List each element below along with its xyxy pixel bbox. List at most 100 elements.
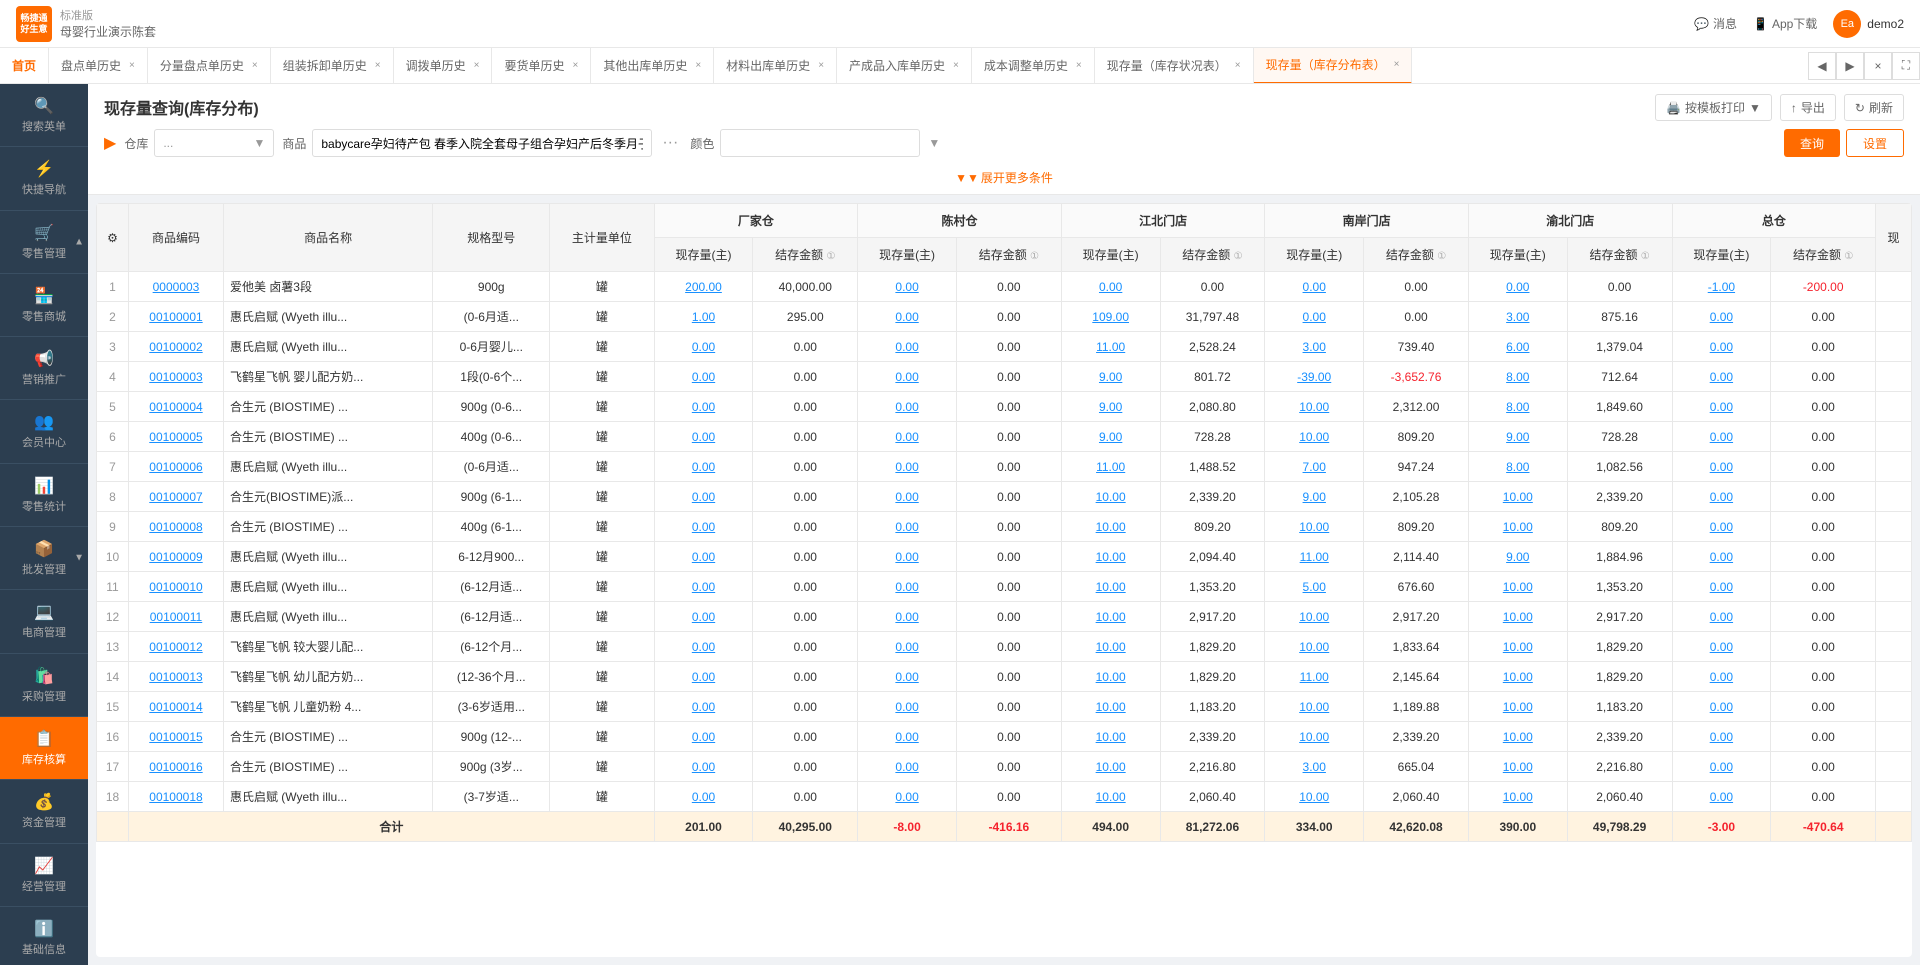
product-code[interactable]: 00100011 (129, 602, 224, 632)
tab-stock-status[interactable]: 现存量（库存状况表） × (1095, 48, 1254, 84)
factory-qty[interactable]: 0.00 (654, 452, 753, 482)
chencun-qty[interactable]: 0.00 (858, 602, 957, 632)
sidebar-item-ops[interactable]: 📈 经营管理 (0, 844, 88, 907)
jiangbei-qty[interactable]: 109.00 (1061, 302, 1160, 332)
sidebar-item-member[interactable]: 👥 会员中心 (0, 400, 88, 463)
yubei-qty[interactable]: 10.00 (1468, 662, 1567, 692)
tab-close-icon[interactable]: × (375, 60, 381, 71)
factory-qty[interactable]: 0.00 (654, 422, 753, 452)
tab-request[interactable]: 要货单历史 × (492, 48, 591, 84)
tab-close-icon[interactable]: × (818, 60, 824, 71)
jiangbei-qty[interactable]: 10.00 (1061, 512, 1160, 542)
info-icon[interactable]: ① (1030, 251, 1039, 262)
tab-cost-adj[interactable]: 成本调整单历史 × (972, 48, 1095, 84)
color-input[interactable] (720, 129, 920, 157)
factory-qty[interactable]: 0.00 (654, 482, 753, 512)
goods-more-icon[interactable]: ··· (658, 134, 682, 152)
chencun-qty[interactable]: 0.00 (858, 542, 957, 572)
product-code[interactable]: 00100002 (129, 332, 224, 362)
tab-product-in[interactable]: 产成品入库单历史 × (837, 48, 972, 84)
settings-icon[interactable]: ⚙ (107, 231, 118, 245)
nanan-qty[interactable]: 7.00 (1265, 452, 1364, 482)
total-qty[interactable]: 0.00 (1672, 602, 1771, 632)
jiangbei-qty[interactable]: 0.00 (1061, 272, 1160, 302)
nanan-qty[interactable]: 3.00 (1265, 752, 1364, 782)
product-code[interactable]: 00100004 (129, 392, 224, 422)
yubei-qty[interactable]: 3.00 (1468, 302, 1567, 332)
chencun-qty[interactable]: 0.00 (858, 782, 957, 812)
tab-assemble[interactable]: 组装拆卸单历史 × (271, 48, 394, 84)
total-qty[interactable]: 0.00 (1672, 362, 1771, 392)
total-qty[interactable]: 0.00 (1672, 752, 1771, 782)
tab-close-icon[interactable]: × (953, 60, 959, 71)
chencun-qty[interactable]: 0.00 (858, 662, 957, 692)
nanan-qty[interactable]: 11.00 (1265, 542, 1364, 572)
total-qty[interactable]: 0.00 (1672, 542, 1771, 572)
yubei-qty[interactable]: 8.00 (1468, 452, 1567, 482)
jiangbei-qty[interactable]: 10.00 (1061, 782, 1160, 812)
jiangbei-qty[interactable]: 10.00 (1061, 632, 1160, 662)
total-qty[interactable]: 0.00 (1672, 332, 1771, 362)
refresh-btn[interactable]: ↻ 刷新 (1844, 94, 1904, 121)
total-qty[interactable]: 0.00 (1672, 632, 1771, 662)
factory-qty[interactable]: 200.00 (654, 272, 753, 302)
yubei-qty[interactable]: 6.00 (1468, 332, 1567, 362)
yubei-qty[interactable]: 10.00 (1468, 482, 1567, 512)
product-code[interactable]: 00100007 (129, 482, 224, 512)
sidebar-item-inventory[interactable]: 📋 库存核算 (0, 717, 88, 780)
chencun-qty[interactable]: 0.00 (858, 332, 957, 362)
nanan-qty[interactable]: 10.00 (1265, 392, 1364, 422)
tab-close-icon[interactable]: × (1235, 60, 1241, 71)
nav-close-btn[interactable]: × (1864, 52, 1892, 80)
product-code[interactable]: 00100016 (129, 752, 224, 782)
chencun-qty[interactable]: 0.00 (858, 422, 957, 452)
yubei-qty[interactable]: 9.00 (1468, 422, 1567, 452)
factory-qty[interactable]: 0.00 (654, 542, 753, 572)
warehouse-select[interactable]: ... ▼ (154, 129, 274, 157)
factory-qty[interactable]: 0.00 (654, 782, 753, 812)
yubei-qty[interactable]: 10.00 (1468, 782, 1567, 812)
tab-inventory-history[interactable]: 盘点单历史 × (49, 48, 148, 84)
total-qty[interactable]: 0.00 (1672, 302, 1771, 332)
color-dropdown-icon[interactable]: ▼ (928, 136, 940, 150)
tab-home[interactable]: 首页 (0, 48, 49, 84)
yubei-qty[interactable]: 9.00 (1468, 542, 1567, 572)
yubei-qty[interactable]: 8.00 (1468, 392, 1567, 422)
factory-qty[interactable]: 0.00 (654, 332, 753, 362)
nanan-qty[interactable]: 9.00 (1265, 482, 1364, 512)
jiangbei-qty[interactable]: 10.00 (1061, 542, 1160, 572)
print-btn[interactable]: 🖨️ 按模板打印 ▼ (1655, 94, 1772, 121)
total-qty[interactable]: 0.00 (1672, 422, 1771, 452)
total-qty[interactable]: 0.00 (1672, 512, 1771, 542)
tab-material-out[interactable]: 材料出库单历史 × (714, 48, 837, 84)
nanan-qty[interactable]: 10.00 (1265, 602, 1364, 632)
product-code[interactable]: 00100005 (129, 422, 224, 452)
query-button[interactable]: 查询 (1784, 129, 1840, 157)
product-code[interactable]: 00100018 (129, 782, 224, 812)
nanan-qty[interactable]: 10.00 (1265, 422, 1364, 452)
jiangbei-qty[interactable]: 9.00 (1061, 422, 1160, 452)
product-code[interactable]: 00100013 (129, 662, 224, 692)
total-qty[interactable]: -1.00 (1672, 272, 1771, 302)
tab-close-icon[interactable]: × (1076, 60, 1082, 71)
nanan-qty[interactable]: -39.00 (1265, 362, 1364, 392)
factory-qty[interactable]: 0.00 (654, 572, 753, 602)
jiangbei-qty[interactable]: 10.00 (1061, 692, 1160, 722)
message-btn[interactable]: 💬 消息 (1694, 15, 1737, 32)
jiangbei-qty[interactable]: 10.00 (1061, 662, 1160, 692)
sidebar-item-purchase[interactable]: 🛍️ 采购管理 (0, 654, 88, 717)
nanan-qty[interactable]: 10.00 (1265, 722, 1364, 752)
jiangbei-qty[interactable]: 9.00 (1061, 392, 1160, 422)
yubei-qty[interactable]: 10.00 (1468, 722, 1567, 752)
info-icon[interactable]: ① (1844, 251, 1853, 262)
chencun-qty[interactable]: 0.00 (858, 482, 957, 512)
jiangbei-qty[interactable]: 9.00 (1061, 362, 1160, 392)
nav-fullscreen-btn[interactable]: ⛶ (1892, 52, 1920, 80)
yubei-qty[interactable]: 10.00 (1468, 512, 1567, 542)
factory-qty[interactable]: 0.00 (654, 362, 753, 392)
nanan-qty[interactable]: 10.00 (1265, 782, 1364, 812)
jiangbei-qty[interactable]: 10.00 (1061, 752, 1160, 782)
jiangbei-qty[interactable]: 10.00 (1061, 572, 1160, 602)
yubei-qty[interactable]: 10.00 (1468, 752, 1567, 782)
info-icon[interactable]: ① (826, 251, 835, 262)
